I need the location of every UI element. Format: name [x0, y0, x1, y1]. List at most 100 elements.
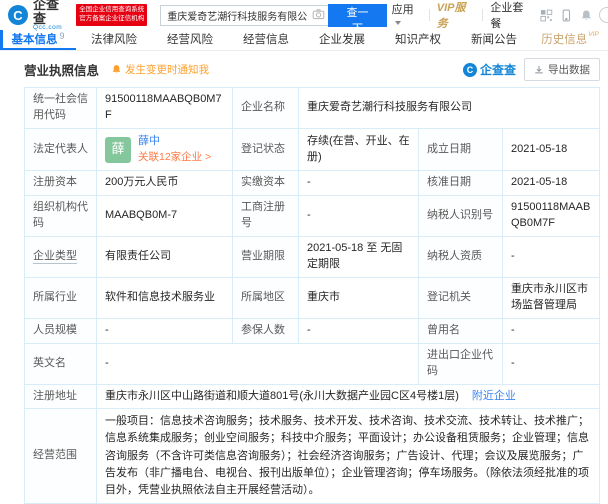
registered-address-label: 注册地址 [24, 383, 97, 410]
vip-badge: VIP [588, 31, 599, 38]
registered-capital-label: 注册资本 [24, 170, 97, 197]
divider [428, 9, 430, 21]
taxpayer-id-value: 91500118MAABQB0M7F [502, 195, 600, 237]
tab-news[interactable]: 新闻公告 [456, 30, 532, 50]
approval-date-value: 2021-05-18 [502, 170, 600, 197]
table-row: 注册地址 重庆市永川区中山路街道和顺大道801号(永川大数据产业园C区4号楼1层… [24, 383, 600, 410]
export-data-button[interactable]: 导出数据 [524, 58, 600, 81]
import-export-code-label: 进出口企业代码 [418, 342, 503, 385]
business-scope-label: 经营范围 [24, 408, 97, 504]
credit-code-value: 91500118MAABQB0M7F [96, 87, 233, 129]
tab-legal-risk[interactable]: 法律风险 [76, 30, 152, 50]
approval-date-label: 核准日期 [418, 170, 503, 197]
bell-icon[interactable] [580, 9, 593, 22]
business-term-label: 营业期限 [232, 235, 299, 278]
business-reg-no-label: 工商注册号 [232, 195, 299, 237]
related-companies-link[interactable]: 关联12家企业 > [138, 151, 211, 163]
tab-label: 经营信息 [243, 34, 289, 46]
export-label: 导出数据 [548, 64, 590, 76]
tab-operation-info[interactable]: 经营信息 [228, 30, 304, 50]
registration-status-value: 存续(在营、开业、在册) [298, 127, 419, 172]
industry-value: 软件和信息技术服务业 [96, 276, 233, 319]
notify-label: 发生变更时通知我 [125, 64, 210, 76]
registered-address-cell: 重庆市永川区中山路街道和顺大道801号(永川大数据产业园C区4号楼1层) 附近企… [96, 383, 600, 410]
table-row: 注册资本 200万元人民币 实缴资本 - 核准日期 2021-05-18 [24, 170, 600, 197]
tab-label: 新闻公告 [471, 34, 517, 46]
import-export-code-value: - [502, 342, 600, 385]
company-name-label: 企业名称 [232, 87, 299, 129]
paid-capital-value: - [298, 170, 419, 197]
registration-authority-label: 登记机关 [418, 276, 503, 319]
qcc-mini-logo-icon: C [462, 62, 477, 77]
english-name-value: - [96, 342, 419, 385]
taxpayer-quality-label: 纳税人资质 [418, 235, 503, 278]
taxpayer-id-label: 纳税人识别号 [418, 195, 503, 237]
paid-capital-label: 实缴资本 [232, 170, 299, 197]
download-icon [535, 65, 543, 73]
qcc-logo-text[interactable]: 企查查 Qcc.com [33, 0, 71, 32]
license-section-header: 营业执照信息 发生变更时通知我 C 企查查 导出数据 [0, 51, 608, 85]
notify-bell-icon [112, 65, 121, 74]
apps-menu[interactable]: 应用 [392, 1, 422, 29]
company-name-value: 重庆爱奇艺潮行科技服务有限公司 [298, 87, 600, 129]
staff-size-value: - [96, 317, 233, 344]
tab-operation-risk[interactable]: 经营风险 [152, 30, 228, 50]
staff-size-label: 人员规模 [24, 317, 97, 344]
establish-date-value: 2021-05-18 [502, 127, 600, 172]
industry-label: 所属行业 [24, 276, 97, 319]
tab-label: 经营风险 [167, 34, 213, 46]
business-scope-value: 一般项目：信息技术咨询服务；技术服务、技术开发、技术咨询、技术交流、技术转让、技… [96, 408, 600, 504]
nearby-companies-link[interactable]: 附近企业 [472, 390, 516, 402]
legal-rep-name-link[interactable]: 薛中 [138, 135, 160, 147]
business-term-value: 2021-05-18 至 无固定期限 [298, 235, 419, 278]
legal-rep-label: 法定代表人 [24, 127, 97, 172]
camera-icon[interactable] [312, 8, 325, 21]
tab-company-development[interactable]: 企业发展 [304, 30, 380, 50]
registration-authority-value: 重庆市永川区市场监督管理局 [502, 276, 600, 319]
official-badge-line2: 官方备案企业征信机构 [79, 15, 145, 22]
qr-code-icon[interactable] [540, 9, 553, 22]
legal-rep-avatar: 薛 [105, 136, 131, 163]
brand-name: 企查查 [33, 0, 60, 26]
mobile-icon[interactable] [560, 9, 573, 22]
search-input[interactable] [160, 4, 329, 26]
official-badge: 全国企业信用查询系统 官方备案企业征信机构 [76, 4, 148, 26]
chevron-down-icon [394, 21, 401, 26]
insured-count-value: - [298, 317, 419, 344]
table-row: 经营范围 一般项目：信息技术咨询服务；技术服务、技术开发、技术咨询、技术交流、技… [24, 408, 600, 504]
legal-rep-cell: 薛 薛中 关联12家企业 > [96, 127, 233, 172]
table-row: 人员规模 - 参保人数 - 曾用名 - [24, 317, 600, 344]
region-value: 重庆市 [298, 276, 419, 319]
section-header-actions: C 企查查 导出数据 [462, 58, 600, 81]
active-tab-edge-marker [0, 30, 3, 49]
search-button[interactable]: 查一下 [328, 3, 387, 35]
user-avatar-icon[interactable] [599, 7, 608, 23]
business-license-table: 统一社会信用代码 91500118MAABQB0M7F 企业名称 重庆爱奇艺潮行… [24, 87, 600, 504]
org-code-value: MAABQB0M-7 [96, 195, 233, 237]
region-label: 所属地区 [232, 276, 299, 319]
table-row: 企业类型 有限责任公司 营业期限 2021-05-18 至 无固定期限 纳税人资… [24, 235, 600, 278]
company-tab-bar: 基本信息 9 法律风险 经营风险 经营信息 企业发展 知识产权 新闻公告 历史信… [0, 30, 608, 51]
tab-label: 知识产权 [395, 34, 441, 46]
vip-service-link[interactable]: VIP服务 [437, 0, 476, 31]
table-row: 所属行业 软件和信息技术服务业 所属地区 重庆市 登记机关 重庆市永川区市场监督… [24, 276, 600, 319]
qcc-watermark: C 企查查 [462, 61, 516, 78]
former-name-value: - [502, 317, 600, 344]
change-notify-link[interactable]: 发生变更时通知我 [111, 62, 209, 77]
tab-intellectual-property[interactable]: 知识产权 [380, 30, 456, 50]
tab-history-info[interactable]: 历史信息 VIP [532, 30, 608, 50]
table-row: 统一社会信用代码 91500118MAABQB0M7F 企业名称 重庆爱奇艺潮行… [24, 87, 600, 129]
credit-code-label: 统一社会信用代码 [24, 87, 97, 129]
table-row: 法定代表人 薛 薛中 关联12家企业 > 登记状态 存续(在营、开业、在册) 成… [24, 127, 600, 172]
section-title: 营业执照信息 [24, 64, 100, 78]
qcc-logo-icon[interactable]: C [8, 5, 28, 25]
tab-count-badge: 9 [59, 31, 65, 41]
tab-basic-info[interactable]: 基本信息 9 [0, 30, 76, 50]
establish-date-label: 成立日期 [418, 127, 503, 172]
official-badge-line1: 全国企业信用查询系统 [79, 6, 145, 14]
registered-capital-value: 200万元人民币 [96, 170, 233, 197]
insured-count-label: 参保人数 [232, 317, 299, 344]
qcc-watermark-label: 企查查 [479, 63, 516, 77]
registered-address-value: 重庆市永川区中山路街道和顺大道801号(永川大数据产业园C区4号楼1层) [105, 389, 459, 402]
enterprise-package-link[interactable]: 企业套餐 [490, 0, 533, 31]
